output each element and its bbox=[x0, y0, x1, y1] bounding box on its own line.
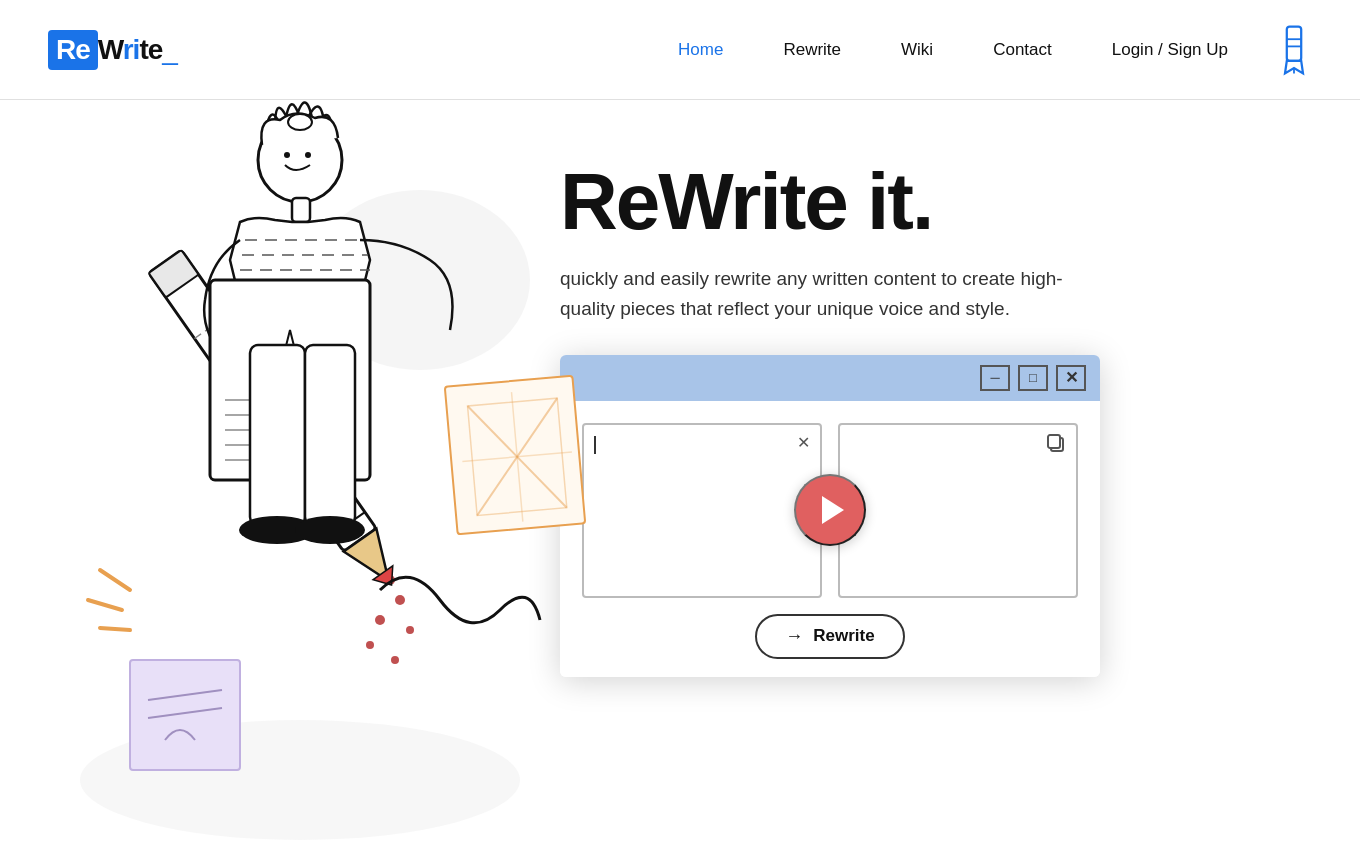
hero-section: ReWrite it. quickly and easily rewrite a… bbox=[0, 100, 1360, 859]
nav-links: Home Rewrite Wiki Contact Login / Sign U… bbox=[678, 40, 1228, 60]
pen-icon bbox=[1276, 23, 1312, 77]
hero-title: ReWrite it. bbox=[560, 160, 1300, 244]
character-illustration bbox=[80, 100, 580, 740]
nav-home[interactable]: Home bbox=[678, 40, 723, 59]
svg-point-32 bbox=[288, 114, 312, 130]
nav-contact[interactable]: Contact bbox=[993, 40, 1052, 59]
navbar: Re Write_ Home Rewrite Wiki Contact Logi… bbox=[0, 0, 1360, 100]
logo[interactable]: Re Write_ bbox=[48, 30, 177, 70]
window-close-button[interactable]: ✕ bbox=[1056, 365, 1086, 391]
window-minimize-button[interactable]: ─ bbox=[980, 365, 1010, 391]
text-areas-row: ✕ bbox=[582, 423, 1078, 598]
svg-point-30 bbox=[284, 152, 290, 158]
app-window: ─ □ ✕ ✕ bbox=[560, 355, 1100, 677]
svg-point-31 bbox=[305, 152, 311, 158]
arrow-right-icon: → bbox=[785, 626, 803, 647]
window-body: ✕ bbox=[560, 401, 1100, 677]
logo-write-text: Write_ bbox=[98, 34, 177, 66]
svg-rect-54 bbox=[1048, 435, 1060, 448]
window-titlebar: ─ □ ✕ bbox=[560, 355, 1100, 401]
window-maximize-button[interactable]: □ bbox=[1018, 365, 1048, 391]
nav-login[interactable]: Login / Sign Up bbox=[1112, 40, 1228, 59]
play-triangle-icon bbox=[822, 496, 844, 524]
hero-illustration bbox=[0, 100, 560, 800]
play-button-overlay bbox=[794, 474, 866, 546]
hero-subtitle: quickly and easily rewrite any written c… bbox=[560, 264, 1100, 325]
clear-icon[interactable]: ✕ bbox=[797, 433, 810, 452]
input-textarea[interactable]: ✕ bbox=[582, 423, 822, 598]
play-button[interactable] bbox=[794, 474, 866, 546]
svg-rect-0 bbox=[1287, 26, 1301, 60]
nav-rewrite[interactable]: Rewrite bbox=[783, 40, 841, 59]
logo-re: Re bbox=[48, 30, 98, 70]
nav-wiki[interactable]: Wiki bbox=[901, 40, 933, 59]
hero-content: ReWrite it. quickly and easily rewrite a… bbox=[560, 100, 1360, 677]
svg-rect-49 bbox=[250, 345, 305, 525]
output-textarea[interactable] bbox=[838, 423, 1078, 598]
svg-rect-33 bbox=[292, 198, 310, 222]
svg-rect-50 bbox=[305, 345, 355, 525]
rewrite-button[interactable]: → Rewrite bbox=[755, 614, 904, 659]
svg-point-52 bbox=[295, 516, 365, 544]
copy-icon[interactable] bbox=[1046, 433, 1066, 453]
rewrite-btn-row: → Rewrite bbox=[582, 614, 1078, 659]
cursor-blink bbox=[594, 436, 596, 454]
